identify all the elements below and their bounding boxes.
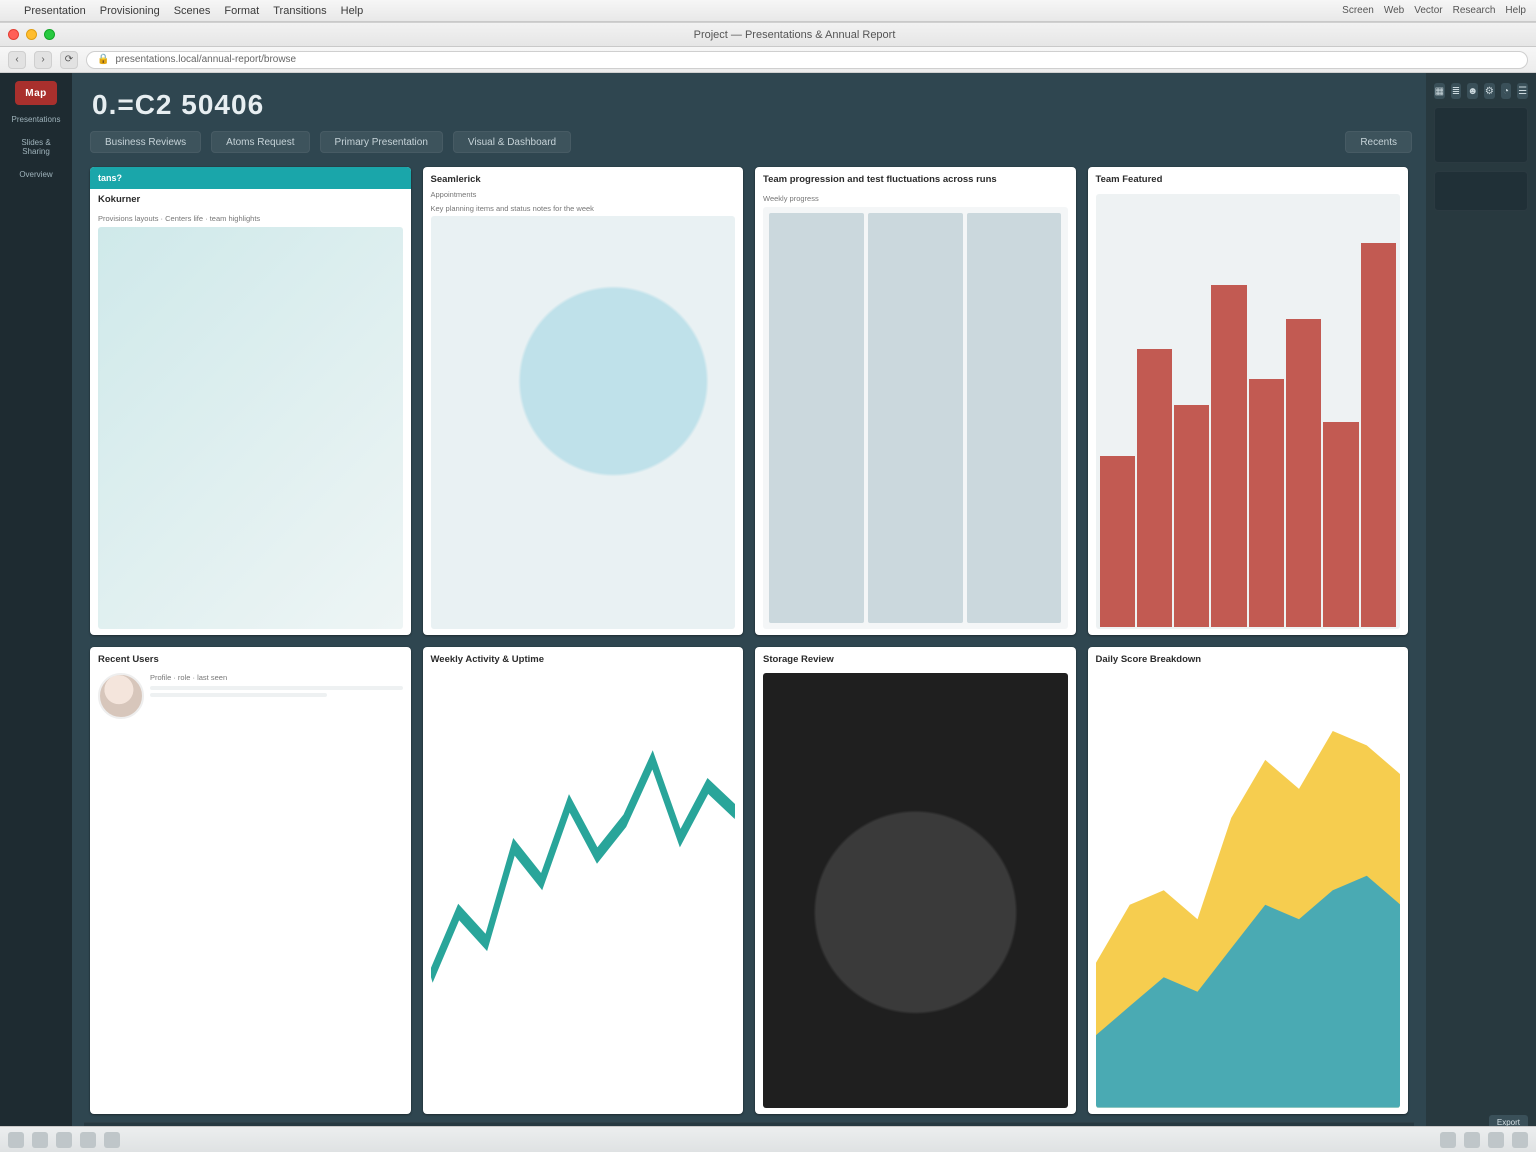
card[interactable]: tans? Kokurner Provisions layouts · Cent… xyxy=(90,167,411,635)
menu-icon[interactable]: ☰ xyxy=(1517,83,1528,99)
card-title: Seamlerick xyxy=(431,175,736,186)
avatar xyxy=(98,673,144,719)
card-subtitle: Appointments xyxy=(431,190,736,200)
menu-item[interactable]: Transitions xyxy=(273,5,326,17)
close-icon[interactable] xyxy=(8,29,19,40)
card-thumbnail xyxy=(98,227,403,629)
card-note: Weekly progress xyxy=(763,194,1068,204)
app-window: Project — Presentations & Annual Report … xyxy=(0,22,1536,1152)
os-menubar: Presentation Provisioning Scenes Format … xyxy=(0,0,1536,22)
menu-right-item[interactable]: Screen xyxy=(1342,5,1374,16)
address-bar[interactable]: 🔒 presentations.local/annual-report/brow… xyxy=(86,51,1528,69)
right-panel-box[interactable] xyxy=(1434,107,1528,163)
search-icon[interactable] xyxy=(32,1132,48,1148)
menu-right-item[interactable]: Web xyxy=(1384,5,1404,16)
card-thumbnail xyxy=(431,216,736,628)
filter-pill[interactable]: Primary Presentation xyxy=(320,131,443,153)
right-panel: ▦ ≣ ☻ ⚙ ◔ ☰ Export Asset xyxy=(1426,73,1536,1152)
window-title: Project — Presentations & Annual Report xyxy=(61,29,1528,41)
menu-item[interactable]: Provisioning xyxy=(100,5,160,17)
minimize-icon[interactable] xyxy=(26,29,37,40)
menu-item[interactable]: Help xyxy=(341,5,364,17)
card-note: Key planning items and status notes for … xyxy=(431,204,736,214)
filter-pill[interactable]: Business Reviews xyxy=(90,131,201,153)
gear-icon[interactable]: ⚙ xyxy=(1484,83,1495,99)
card[interactable]: Seamlerick Appointments Key planning ite… xyxy=(423,167,744,635)
sidebar-item[interactable]: Presentations xyxy=(9,111,63,128)
wifi-icon[interactable] xyxy=(1440,1132,1456,1148)
filter-pill-recents[interactable]: Recents xyxy=(1345,131,1412,153)
sidebar-item[interactable]: Slides & Sharing xyxy=(9,134,63,160)
card[interactable]: Recent Users Profile · role · last seen xyxy=(90,647,411,1115)
browser-toolbar: ‹ › ⟳ 🔒 presentations.local/annual-repor… xyxy=(0,47,1536,73)
card-note: Provisions layouts · Centers life · team… xyxy=(98,214,403,224)
sidebar: Map Presentations Slides & Sharing Overv… xyxy=(0,73,72,1152)
brand-logo[interactable]: Map xyxy=(15,81,57,105)
filter-pill[interactable]: Visual & Dashboard xyxy=(453,131,571,153)
filter-row: Business Reviews Atoms Request Primary P… xyxy=(90,131,1412,153)
card-note: Profile · role · last seen xyxy=(150,673,403,683)
card-title: Team progression and test fluctuations a… xyxy=(763,175,1068,186)
zoom-icon[interactable] xyxy=(44,29,55,40)
card-thumbnail xyxy=(763,207,1068,629)
area-chart xyxy=(1096,673,1401,1108)
line-chart xyxy=(431,673,736,1108)
filter-pill[interactable]: Atoms Request xyxy=(211,131,309,153)
menu-item[interactable]: Presentation xyxy=(24,5,86,17)
battery-icon[interactable] xyxy=(1488,1132,1504,1148)
menu-right-item[interactable]: Help xyxy=(1505,5,1526,16)
card-header: tans? xyxy=(90,167,411,189)
card[interactable]: Storage Review xyxy=(755,647,1076,1115)
forward-button[interactable]: › xyxy=(34,51,52,69)
list-icon[interactable]: ≣ xyxy=(1451,83,1462,99)
right-toolbar: ▦ ≣ ☻ ⚙ ◔ ☰ xyxy=(1434,83,1528,99)
browser-icon[interactable] xyxy=(80,1132,96,1148)
card-title: Team Featured xyxy=(1096,175,1401,186)
card-subtitle: Kokurner xyxy=(98,195,403,206)
card-grid: tans? Kokurner Provisions layouts · Cent… xyxy=(84,163,1414,1122)
mail-icon[interactable] xyxy=(104,1132,120,1148)
window-titlebar: Project — Presentations & Annual Report xyxy=(0,23,1536,47)
card-thumbnail xyxy=(763,673,1068,1108)
files-icon[interactable] xyxy=(56,1132,72,1148)
menu-right-item[interactable]: Vector xyxy=(1414,5,1442,16)
right-panel-box[interactable] xyxy=(1434,171,1528,211)
card-title: Daily Score Breakdown xyxy=(1096,655,1401,666)
sidebar-item[interactable]: Overview xyxy=(9,166,63,183)
card[interactable]: Daily Score Breakdown xyxy=(1088,647,1409,1115)
start-icon[interactable] xyxy=(8,1132,24,1148)
page-title: 0.=C2 50406 xyxy=(84,87,1414,129)
card-title: Storage Review xyxy=(763,655,1068,666)
url-text: presentations.local/annual-report/browse xyxy=(115,54,296,65)
card[interactable]: Team Featured xyxy=(1088,167,1409,635)
volume-icon[interactable] xyxy=(1464,1132,1480,1148)
back-button[interactable]: ‹ xyxy=(8,51,26,69)
bell-icon[interactable]: ◔ xyxy=(1501,83,1512,99)
user-icon[interactable]: ☻ xyxy=(1467,83,1478,99)
clock-icon[interactable] xyxy=(1512,1132,1528,1148)
os-taskbar xyxy=(0,1126,1536,1152)
grid-icon[interactable]: ▦ xyxy=(1434,83,1445,99)
main-content: 0.=C2 50406 Business Reviews Atoms Reque… xyxy=(72,73,1426,1152)
card[interactable]: Team progression and test fluctuations a… xyxy=(755,167,1076,635)
bar-chart xyxy=(1096,194,1401,629)
lock-icon: 🔒 xyxy=(97,54,109,65)
menu-item[interactable]: Format xyxy=(224,5,259,17)
menu-right-item[interactable]: Research xyxy=(1453,5,1496,16)
menu-item[interactable]: Scenes xyxy=(174,5,211,17)
card-title: Weekly Activity & Uptime xyxy=(431,655,736,666)
bar-chart-bars xyxy=(1100,200,1397,627)
card[interactable]: Weekly Activity & Uptime xyxy=(423,647,744,1115)
card-title: Recent Users xyxy=(98,655,403,666)
reload-button[interactable]: ⟳ xyxy=(60,51,78,69)
